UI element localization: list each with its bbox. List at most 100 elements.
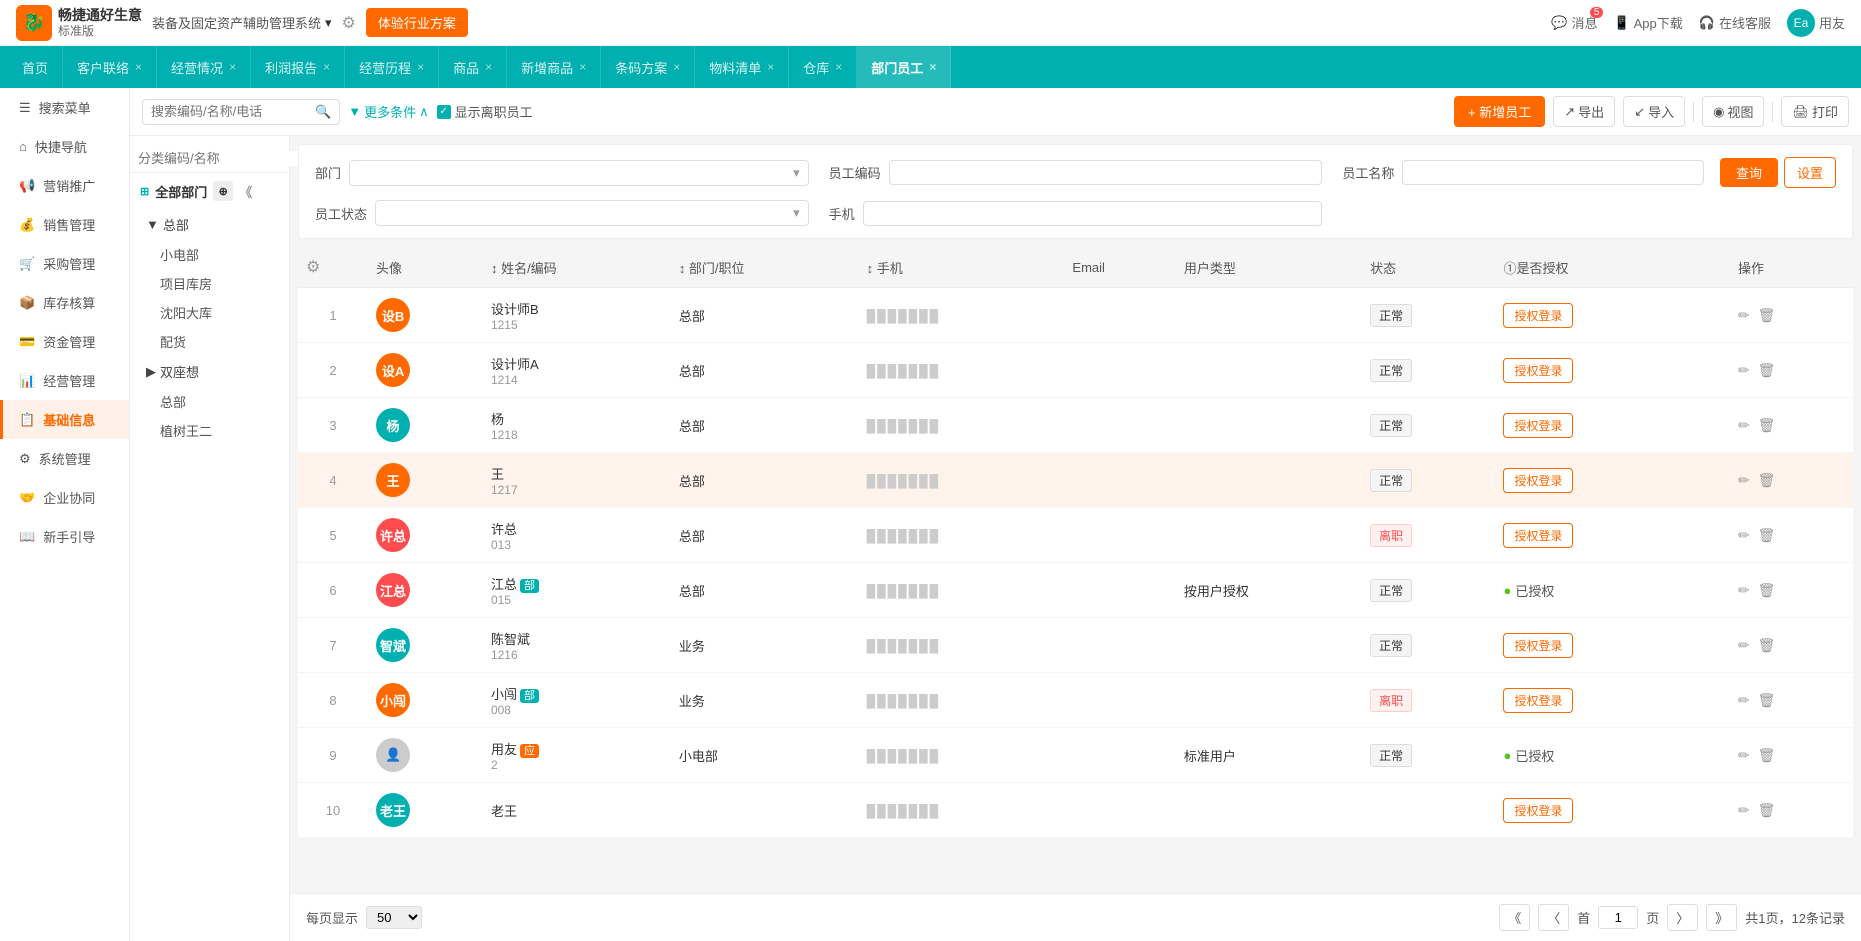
edit-icon[interactable]: ✏ — [1738, 527, 1750, 544]
last-page-btn[interactable]: 》 — [1706, 904, 1737, 931]
nav-tab-employee[interactable]: 部门员工 × — [857, 46, 951, 88]
auth-login-button[interactable]: 授权登录 — [1503, 468, 1573, 493]
delete-icon[interactable]: 🗑 — [1758, 527, 1776, 544]
system-selector[interactable]: 装备及固定资产辅助管理系统 ▾ — [152, 13, 332, 32]
nav-tab-barcode[interactable]: 条码方案 × — [601, 46, 695, 88]
delete-icon[interactable]: 🗑 — [1758, 582, 1776, 599]
close-icon[interactable]: × — [485, 60, 492, 74]
delete-icon[interactable]: 🗑 — [1758, 307, 1776, 324]
nav-tab-profit[interactable]: 利润报告 × — [251, 46, 345, 88]
sidebar-item-nav[interactable]: ⌂ 快捷导航 — [0, 127, 129, 166]
filter-settings-button[interactable]: 设置 — [1784, 157, 1836, 188]
settings-icon[interactable]: ⚙ — [342, 13, 356, 33]
search-box[interactable]: 🔍 — [142, 99, 340, 125]
auth-login-button[interactable]: 授权登录 — [1503, 413, 1573, 438]
sidebar-item-search[interactable]: ☰ 搜索菜单 — [0, 88, 129, 127]
edit-icon[interactable]: ✏ — [1738, 417, 1750, 434]
edit-icon[interactable]: ✏ — [1738, 582, 1750, 599]
gear-icon[interactable]: ⚙ — [306, 259, 320, 276]
import-button[interactable]: ↙ 导入 — [1623, 96, 1685, 127]
edit-icon[interactable]: ✏ — [1738, 802, 1750, 819]
close-icon[interactable]: × — [673, 60, 680, 74]
dept-child-hq[interactable]: 总部 — [130, 387, 289, 416]
sidebar-item-operations[interactable]: 📊 经营管理 — [0, 361, 129, 400]
sidebar-item-collab[interactable]: 🤝 企业协同 — [0, 478, 129, 517]
query-button[interactable]: 查询 — [1720, 158, 1778, 187]
first-page-btn[interactable]: 《 — [1499, 904, 1530, 931]
auth-login-button[interactable]: 授权登录 — [1503, 303, 1573, 328]
close-icon[interactable]: × — [323, 60, 330, 74]
close-icon[interactable]: × — [229, 60, 236, 74]
add-employee-button[interactable]: + 新增员工 — [1454, 96, 1545, 127]
dept-filter-select[interactable]: ▾ — [349, 160, 809, 186]
dept-child-delivery[interactable]: 配货 — [130, 327, 289, 356]
nav-tab-goods[interactable]: 商品 × — [439, 46, 507, 88]
delete-icon[interactable]: 🗑 — [1758, 692, 1776, 709]
edit-icon[interactable]: ✏ — [1738, 637, 1750, 654]
user-item[interactable]: Ea 用友 — [1787, 9, 1845, 37]
view-button[interactable]: ◉ 视图 — [1702, 96, 1764, 127]
phone-input[interactable] — [863, 201, 1323, 226]
nav-tab-home[interactable]: 首页 — [8, 46, 63, 88]
app-download-item[interactable]: 📱 App下载 — [1613, 13, 1682, 32]
close-icon[interactable]: × — [417, 60, 424, 74]
col-name[interactable]: ↕ 姓名/编码 — [483, 247, 671, 288]
dept-node-headquarters[interactable]: ▼ 总部 — [130, 209, 289, 240]
show-resigned-toggle[interactable]: ✓ 显示离职员工 — [437, 102, 533, 121]
next-page-btn[interactable]: 〉 — [1667, 904, 1698, 931]
sidebar-item-guide[interactable]: 📖 新手引导 — [0, 517, 129, 556]
page-input[interactable] — [1598, 906, 1638, 929]
col-settings[interactable]: ⚙ — [298, 247, 368, 288]
nav-tab-bom[interactable]: 物料清单 × — [695, 46, 789, 88]
sidebar-item-sales[interactable]: 💰 销售管理 — [0, 205, 129, 244]
dept-child-project[interactable]: 项目库房 — [130, 269, 289, 298]
dept-child-plant[interactable]: 植树王二 — [130, 416, 289, 445]
nav-tab-new-goods[interactable]: 新增商品 × — [507, 46, 601, 88]
close-icon[interactable]: × — [767, 60, 774, 74]
search-input[interactable] — [151, 104, 311, 119]
nav-tab-customer[interactable]: 客户联络 × — [63, 46, 157, 88]
col-dept[interactable]: ↕ 部门/职位 — [671, 247, 859, 288]
status-filter-select[interactable]: ▾ — [375, 200, 809, 226]
edit-icon[interactable]: ✏ — [1738, 307, 1750, 324]
collapse-icon[interactable]: 《 — [239, 182, 252, 201]
dept-child-electronics[interactable]: 小电部 — [130, 240, 289, 269]
sidebar-item-basic[interactable]: 📋 基础信息 — [0, 400, 129, 439]
export-button[interactable]: ↗ 导出 — [1553, 96, 1615, 127]
auth-login-button[interactable]: 授权登录 — [1503, 523, 1573, 548]
auth-login-button[interactable]: 授权登录 — [1503, 798, 1573, 823]
delete-icon[interactable]: 🗑 — [1758, 417, 1776, 434]
edit-icon[interactable]: ✏ — [1738, 472, 1750, 489]
dept-search-input[interactable] — [138, 151, 314, 166]
sidebar-item-marketing[interactable]: 📢 营销推广 — [0, 166, 129, 205]
sidebar-item-finance[interactable]: 💳 资金管理 — [0, 322, 129, 361]
nav-tab-operation[interactable]: 经营情况 × — [157, 46, 251, 88]
emp-code-input[interactable] — [889, 160, 1323, 185]
trial-button[interactable]: 体验行业方案 — [366, 8, 468, 37]
auth-login-button[interactable]: 授权登录 — [1503, 688, 1573, 713]
dept-settings-icon[interactable]: ⊕ — [213, 181, 233, 201]
sidebar-item-purchase[interactable]: 🛒 采购管理 — [0, 244, 129, 283]
more-filter-btn[interactable]: ▼ 更多条件 ∧ — [348, 102, 428, 121]
close-icon[interactable]: × — [579, 60, 586, 74]
emp-name-input[interactable] — [1402, 160, 1704, 185]
close-icon[interactable]: × — [929, 60, 936, 74]
message-item[interactable]: 💬 消息 5 — [1551, 13, 1597, 32]
dept-child-shenyang[interactable]: 沈阳大库 — [130, 298, 289, 327]
sidebar-item-system[interactable]: ⚙ 系统管理 — [0, 439, 129, 478]
auth-login-button[interactable]: 授权登录 — [1503, 358, 1573, 383]
auth-login-button[interactable]: 授权登录 — [1503, 633, 1573, 658]
delete-icon[interactable]: 🗑 — [1758, 472, 1776, 489]
col-phone[interactable]: ↕ 手机 — [859, 247, 1065, 288]
page-size-select[interactable]: 50 100 200 — [366, 906, 422, 929]
sidebar-item-inventory[interactable]: 📦 库存核算 — [0, 283, 129, 322]
close-icon[interactable]: × — [135, 60, 142, 74]
edit-icon[interactable]: ✏ — [1738, 692, 1750, 709]
edit-icon[interactable]: ✏ — [1738, 747, 1750, 764]
nav-tab-warehouse[interactable]: 仓库 × — [789, 46, 857, 88]
dept-node-double[interactable]: ▶ 双座想 — [130, 356, 289, 387]
delete-icon[interactable]: 🗑 — [1758, 802, 1776, 819]
nav-tab-journey[interactable]: 经营历程 × — [345, 46, 439, 88]
print-button[interactable]: 🖨 打印 — [1781, 96, 1849, 127]
edit-icon[interactable]: ✏ — [1738, 362, 1750, 379]
